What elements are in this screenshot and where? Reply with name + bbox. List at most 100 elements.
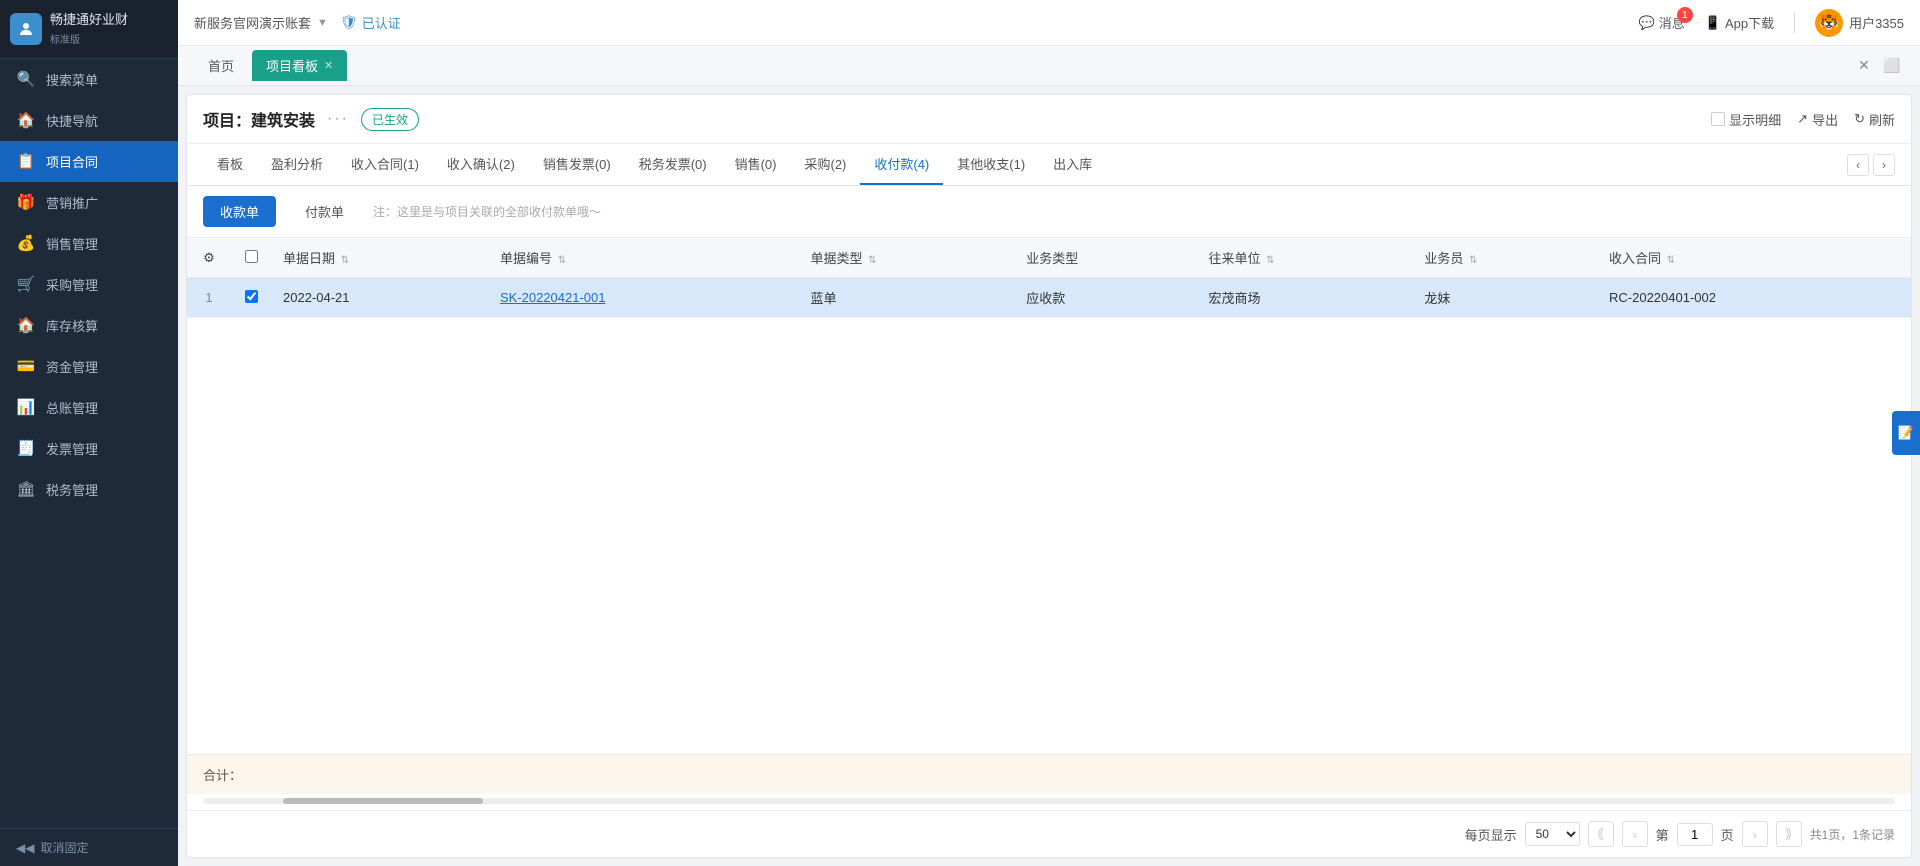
sub-tab-other[interactable]: 其他收支(1) <box>943 144 1039 185</box>
table-row[interactable]: 1 2022-04-21 SK-20220421-001 蓝单 <box>187 278 1911 318</box>
sidebar-item-finance[interactable]: 💳 资金管理 <box>0 346 178 387</box>
receipts-table: ⚙ 单据日期 ⇅ 单据编号 ⇅ <box>187 238 1911 318</box>
next-page-icon: › <box>1752 827 1756 842</box>
row-code-link[interactable]: SK-20220421-001 <box>500 290 606 305</box>
workspace-chevron-icon: ▼ <box>317 17 328 29</box>
sub-tabs-next-button[interactable]: › <box>1873 154 1895 176</box>
sidebar-item-marketing[interactable]: 🎁 营销推广 <box>0 182 178 223</box>
cert-status: 🛡 已认证 <box>340 13 401 32</box>
sidebar-item-inventory[interactable]: 🏠 库存核算 <box>0 305 178 346</box>
sales-icon: 💰 <box>16 234 36 252</box>
sub-tab-tax-invoice[interactable]: 税务发票(0) <box>625 144 721 185</box>
tab-home[interactable]: 首页 <box>194 50 248 81</box>
select-all-checkbox[interactable] <box>245 250 258 263</box>
row-num: 1 <box>187 278 231 318</box>
prev-page-button[interactable]: ‹ <box>1622 821 1648 847</box>
scrollbar-track[interactable] <box>203 798 1895 804</box>
sidebar-item-purchase[interactable]: 🛒 采购管理 <box>0 264 178 305</box>
row-salesman: 龙妹 <box>1412 278 1597 318</box>
window-maximize-button[interactable]: ⬜ <box>1880 54 1904 78</box>
show-detail-toggle[interactable]: 显示明细 <box>1711 110 1781 129</box>
sidebar-item-tax[interactable]: 🏛 税务管理 <box>0 469 178 510</box>
app-download-label: App下载 <box>1725 13 1774 32</box>
refresh-label: 刷新 <box>1869 110 1895 129</box>
user-menu[interactable]: 🐯 用户3355 <box>1815 9 1904 37</box>
window-close-button[interactable]: ✕ <box>1852 54 1876 78</box>
table-scrollbar[interactable] <box>187 794 1911 810</box>
col-code[interactable]: 单据编号 ⇅ <box>488 238 799 278</box>
right-panel-button[interactable]: 📝 <box>1892 411 1920 455</box>
show-detail-checkbox[interactable] <box>1711 112 1725 126</box>
sub-tab-sales[interactable]: 销售(0) <box>721 144 791 185</box>
sidebar-item-search[interactable]: 🔍 搜索菜单 <box>0 59 178 100</box>
col-type[interactable]: 单据类型 ⇅ <box>798 238 1014 278</box>
ledger-icon: 📊 <box>16 398 36 416</box>
sidebar-item-label-sales: 销售管理 <box>46 234 98 253</box>
sub-tab-profit[interactable]: 盈利分析 <box>257 144 337 185</box>
page-input[interactable] <box>1677 823 1713 846</box>
project-more-button[interactable]: ··· <box>327 110 349 128</box>
sub-tab-sales-invoice[interactable]: 销售发票(0) <box>529 144 625 185</box>
total-label: 共1页，1条记录 <box>1810 826 1895 843</box>
workspace-label: 新服务官网演示账套 <box>194 13 311 32</box>
sidebar-item-invoice[interactable]: 🧾 发票管理 <box>0 428 178 469</box>
col-date[interactable]: 单据日期 ⇅ <box>271 238 488 278</box>
sidebar-item-contract[interactable]: 📋 项目合同 <box>0 141 178 182</box>
col-partner[interactable]: 往来单位 ⇅ <box>1197 238 1413 278</box>
last-page-button[interactable]: ⟫ <box>1776 821 1802 847</box>
purchase-icon: 🛒 <box>16 275 36 293</box>
receipts-button[interactable]: 收款单 <box>203 196 276 227</box>
refresh-button[interactable]: ↻ 刷新 <box>1854 110 1895 129</box>
col-settings[interactable]: ⚙ <box>187 238 231 278</box>
row-contract: RC-20220401-002 <box>1597 278 1911 318</box>
row-type: 蓝单 <box>798 278 1014 318</box>
subnav-note: 注：这里是与项目关联的全部收付款单哦～ <box>373 203 601 220</box>
sub-tab-purchase[interactable]: 采购(2) <box>790 144 860 185</box>
topbar: 新服务官网演示账套 ▼ 🛡 已认证 💬 消息 1 📱 App下载 🐯 用户335… <box>178 0 1920 46</box>
page-label: 第 <box>1656 825 1669 844</box>
sidebar-item-sales[interactable]: 💰 销售管理 <box>0 223 178 264</box>
sub-tab-income-confirm[interactable]: 收入确认(2) <box>433 144 529 185</box>
row-code[interactable]: SK-20220421-001 <box>488 278 799 318</box>
sidebar-unpin[interactable]: ◀◀ 取消固定 <box>0 828 178 866</box>
first-page-button[interactable]: ⟪ <box>1588 821 1614 847</box>
next-page-button[interactable]: › <box>1742 821 1768 847</box>
sub-tab-income-contract[interactable]: 收入合同(1) <box>337 144 433 185</box>
sub-tab-inout[interactable]: 出入库 <box>1039 144 1106 185</box>
right-panel-icon: 📝 <box>1898 425 1914 441</box>
export-button[interactable]: ↗ 导出 <box>1797 110 1838 129</box>
sidebar-header: 畅捷通好业财 标准版 <box>0 0 178 59</box>
search-icon: 🔍 <box>16 70 36 88</box>
mobile-icon: 📱 <box>1705 15 1721 31</box>
per-page-label: 每页显示 <box>1465 825 1517 844</box>
workspace-selector[interactable]: 新服务官网演示账套 ▼ <box>194 13 328 32</box>
table-container: ⚙ 单据日期 ⇅ 单据编号 ⇅ <box>187 238 1911 754</box>
tab-close-icon[interactable]: ✕ <box>324 59 333 72</box>
pin-icon: ◀◀ <box>16 841 34 855</box>
sidebar-item-label-search: 搜索菜单 <box>46 70 98 89</box>
col-salesman[interactable]: 业务员 ⇅ <box>1412 238 1597 278</box>
message-button[interactable]: 💬 消息 1 <box>1639 13 1685 32</box>
message-icon: 💬 <box>1639 15 1655 31</box>
sidebar-item-quicknav[interactable]: 🏠 快捷导航 <box>0 100 178 141</box>
topbar-divider <box>1794 13 1795 33</box>
sub-tab-board[interactable]: 看板 <box>203 144 257 185</box>
per-page-select[interactable]: 50 100 200 <box>1525 822 1580 846</box>
scrollbar-thumb[interactable] <box>283 798 483 804</box>
last-page-icon: ⟫ <box>1785 826 1792 842</box>
tab-project-board[interactable]: 项目看板 ✕ <box>252 50 347 81</box>
app-download-button[interactable]: 📱 App下载 <box>1705 13 1774 32</box>
subnav: 收款单 付款单 注：这里是与项目关联的全部收付款单哦～ <box>187 186 1911 238</box>
sub-tab-payment[interactable]: 收付款(4) <box>860 144 943 185</box>
payments-button[interactable]: 付款单 <box>288 196 361 227</box>
sidebar-item-label-contract: 项目合同 <box>46 152 98 171</box>
col-checkbox <box>231 238 271 278</box>
unpin-label: 取消固定 <box>40 839 88 856</box>
sidebar-item-label-marketing: 营销推广 <box>46 193 98 212</box>
col-contract[interactable]: 收入合同 ⇅ <box>1597 238 1911 278</box>
sidebar: 畅捷通好业财 标准版 🔍 搜索菜单 🏠 快捷导航 📋 项目合同 🎁 营销推广 💰… <box>0 0 178 866</box>
sidebar-item-ledger[interactable]: 📊 总账管理 <box>0 387 178 428</box>
export-label: 导出 <box>1812 110 1838 129</box>
sub-tabs-prev-button[interactable]: ‹ <box>1847 154 1869 176</box>
row-checkbox[interactable] <box>245 290 258 303</box>
